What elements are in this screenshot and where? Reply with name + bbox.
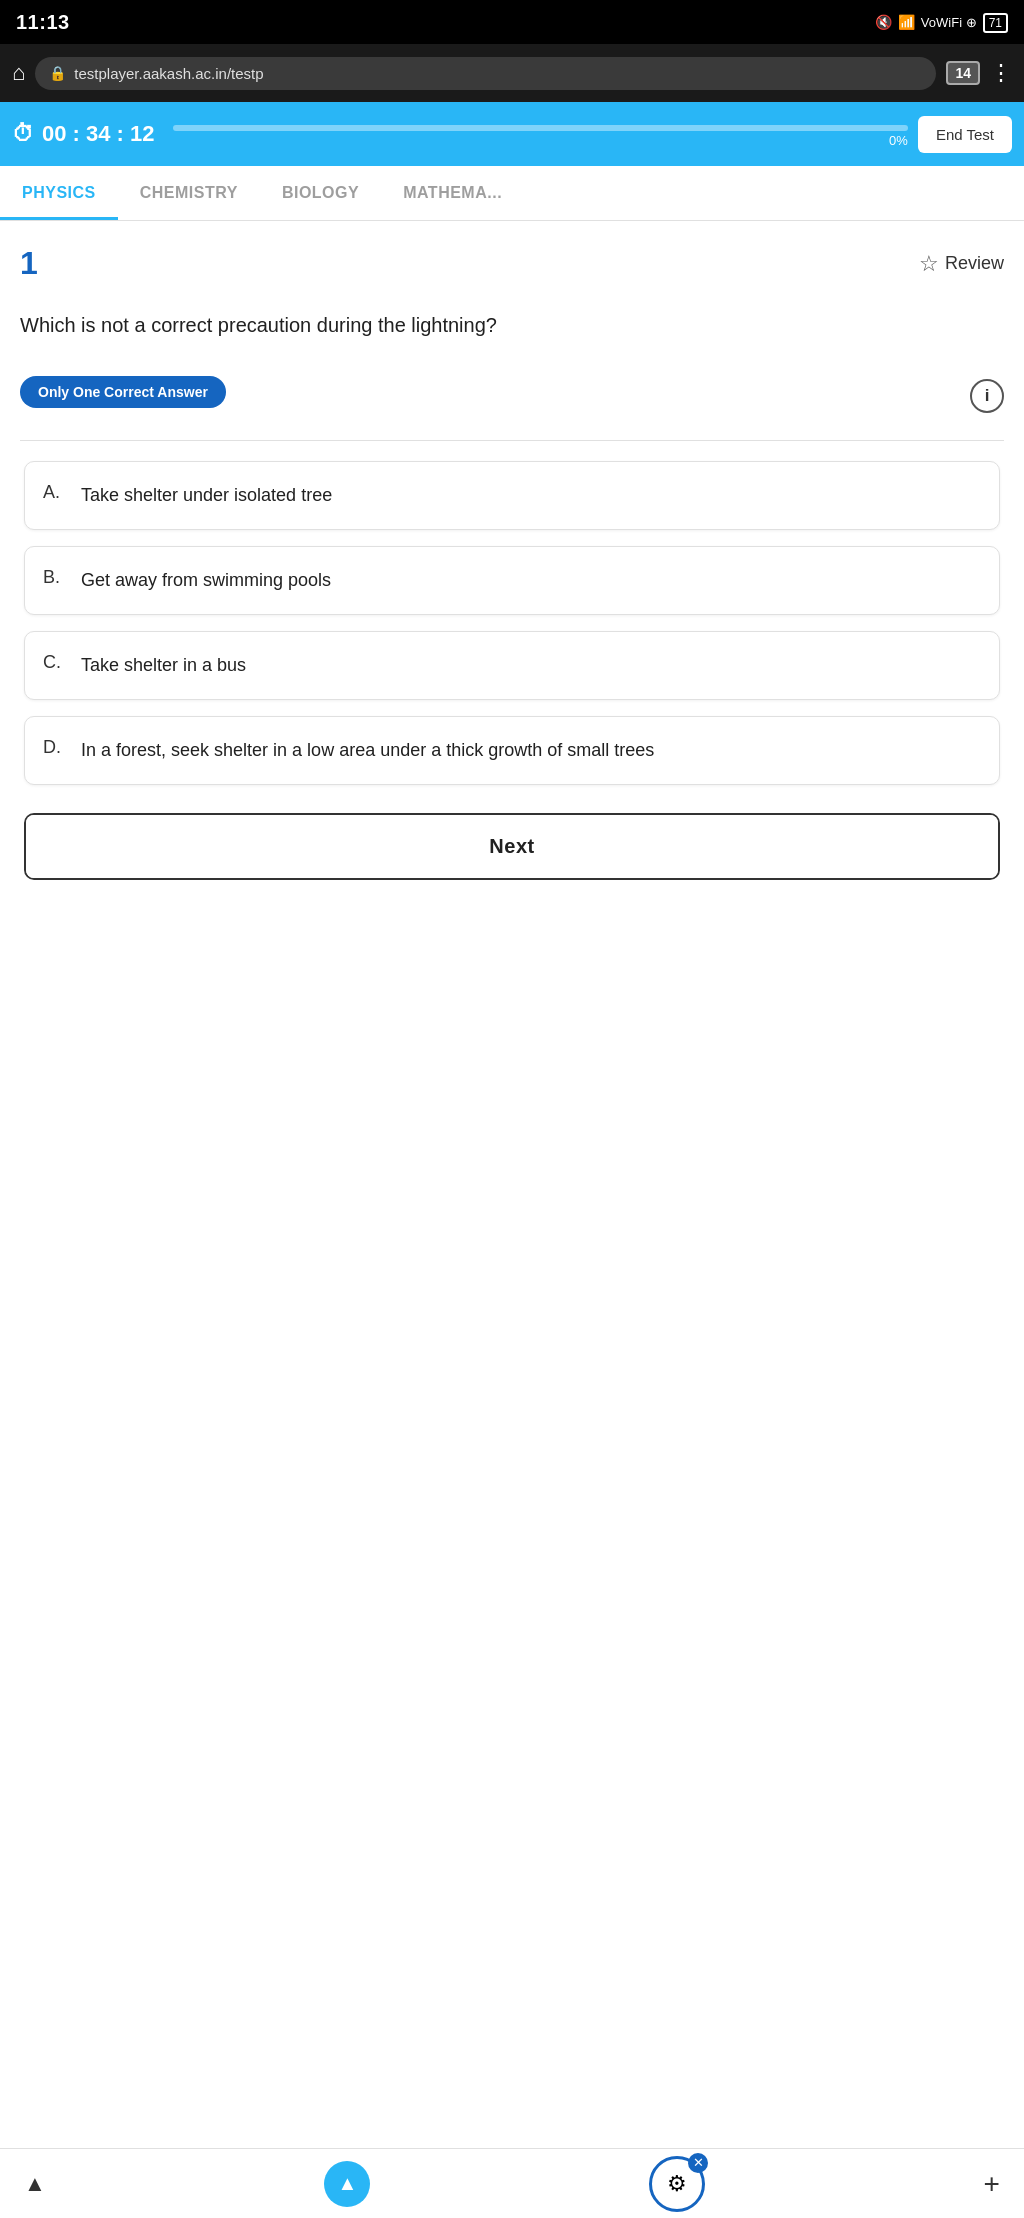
nav-close-badge: ✕ (688, 2153, 708, 2173)
home-button[interactable]: ⌂ (12, 60, 25, 86)
answer-type-row: Only One Correct Answer i (20, 376, 1004, 416)
progress-label: 0% (173, 133, 908, 148)
browser-bar: ⌂ 🔒 testplayer.aakash.ac.in/testp 14 ⋮ (0, 44, 1024, 102)
question-text: Which is not a correct precaution during… (20, 310, 1004, 340)
signal-icon: 📶 (898, 14, 915, 30)
option-d-label: D. (43, 737, 67, 758)
end-test-button[interactable]: End Test (918, 116, 1012, 153)
battery-icon: 71 (983, 14, 1008, 30)
tab-physics[interactable]: PHYSICS (0, 166, 118, 220)
tab-mathematics[interactable]: MATHEMA... (381, 166, 524, 220)
options-container: A. Take shelter under isolated tree B. G… (20, 461, 1004, 785)
option-b-text: Get away from swimming pools (81, 567, 331, 594)
review-button[interactable]: ☆ Review (919, 251, 1004, 277)
nav-center-button[interactable]: ⚙ ✕ (649, 2156, 705, 2212)
option-c-text: Take shelter in a bus (81, 652, 246, 679)
info-button[interactable]: i (970, 379, 1004, 413)
question-area: 1 ☆ Review Which is not a correct precau… (0, 221, 1024, 880)
status-bar: 11:13 🔇 📶 VoWiFi ⊕ 71 (0, 0, 1024, 44)
question-header: 1 ☆ Review (20, 245, 1004, 282)
status-time: 11:13 (16, 11, 70, 34)
option-a-label: A. (43, 482, 67, 503)
option-b[interactable]: B. Get away from swimming pools (24, 546, 1000, 615)
timer-bar: ⏱ 00 : 34 : 12 0% End Test (0, 102, 1024, 166)
subject-tabs: PHYSICS CHEMISTRY BIOLOGY MATHEMA... (0, 166, 1024, 221)
question-number: 1 (20, 245, 38, 282)
timer-display: ⏱ 00 : 34 : 12 (12, 121, 155, 147)
star-icon: ☆ (919, 251, 939, 277)
nav-up-button[interactable]: ▲ (24, 2171, 46, 2197)
next-button[interactable]: Next (26, 815, 998, 878)
option-a[interactable]: A. Take shelter under isolated tree (24, 461, 1000, 530)
progress-bar-container (173, 125, 908, 131)
url-bar[interactable]: 🔒 testplayer.aakash.ac.in/testp (35, 57, 936, 90)
wifi-icon: VoWiFi ⊕ (921, 15, 977, 30)
option-a-text: Take shelter under isolated tree (81, 482, 332, 509)
option-c-label: C. (43, 652, 67, 673)
nav-center-icon: ⚙ (667, 2171, 687, 2197)
option-c[interactable]: C. Take shelter in a bus (24, 631, 1000, 700)
aakash-icon: ▲ (337, 2172, 357, 2195)
answer-type-badge: Only One Correct Answer (20, 376, 226, 408)
lock-icon: 🔒 (49, 65, 66, 81)
timer-value: 00 : 34 : 12 (42, 121, 155, 147)
mute-icon: 🔇 (875, 14, 892, 30)
nav-plus-button[interactable]: + (984, 2168, 1000, 2200)
tab-count[interactable]: 14 (946, 61, 980, 85)
review-label: Review (945, 253, 1004, 274)
next-button-container[interactable]: Next (24, 813, 1000, 880)
nav-aakash-button[interactable]: ▲ (324, 2161, 370, 2207)
menu-dots-icon[interactable]: ⋮ (990, 60, 1012, 86)
option-d[interactable]: D. In a forest, seek shelter in a low ar… (24, 716, 1000, 785)
tab-chemistry[interactable]: CHEMISTRY (118, 166, 260, 220)
option-d-text: In a forest, seek shelter in a low area … (81, 737, 654, 764)
timer-icon: ⏱ (12, 121, 34, 147)
status-icons: 🔇 📶 VoWiFi ⊕ 71 (875, 14, 1008, 30)
tab-biology[interactable]: BIOLOGY (260, 166, 381, 220)
divider (20, 440, 1004, 441)
option-b-label: B. (43, 567, 67, 588)
url-text: testplayer.aakash.ac.in/testp (74, 65, 263, 82)
bottom-nav: ▲ ▲ ⚙ ✕ + (0, 2148, 1024, 2218)
progress-section: 0% (173, 121, 908, 148)
